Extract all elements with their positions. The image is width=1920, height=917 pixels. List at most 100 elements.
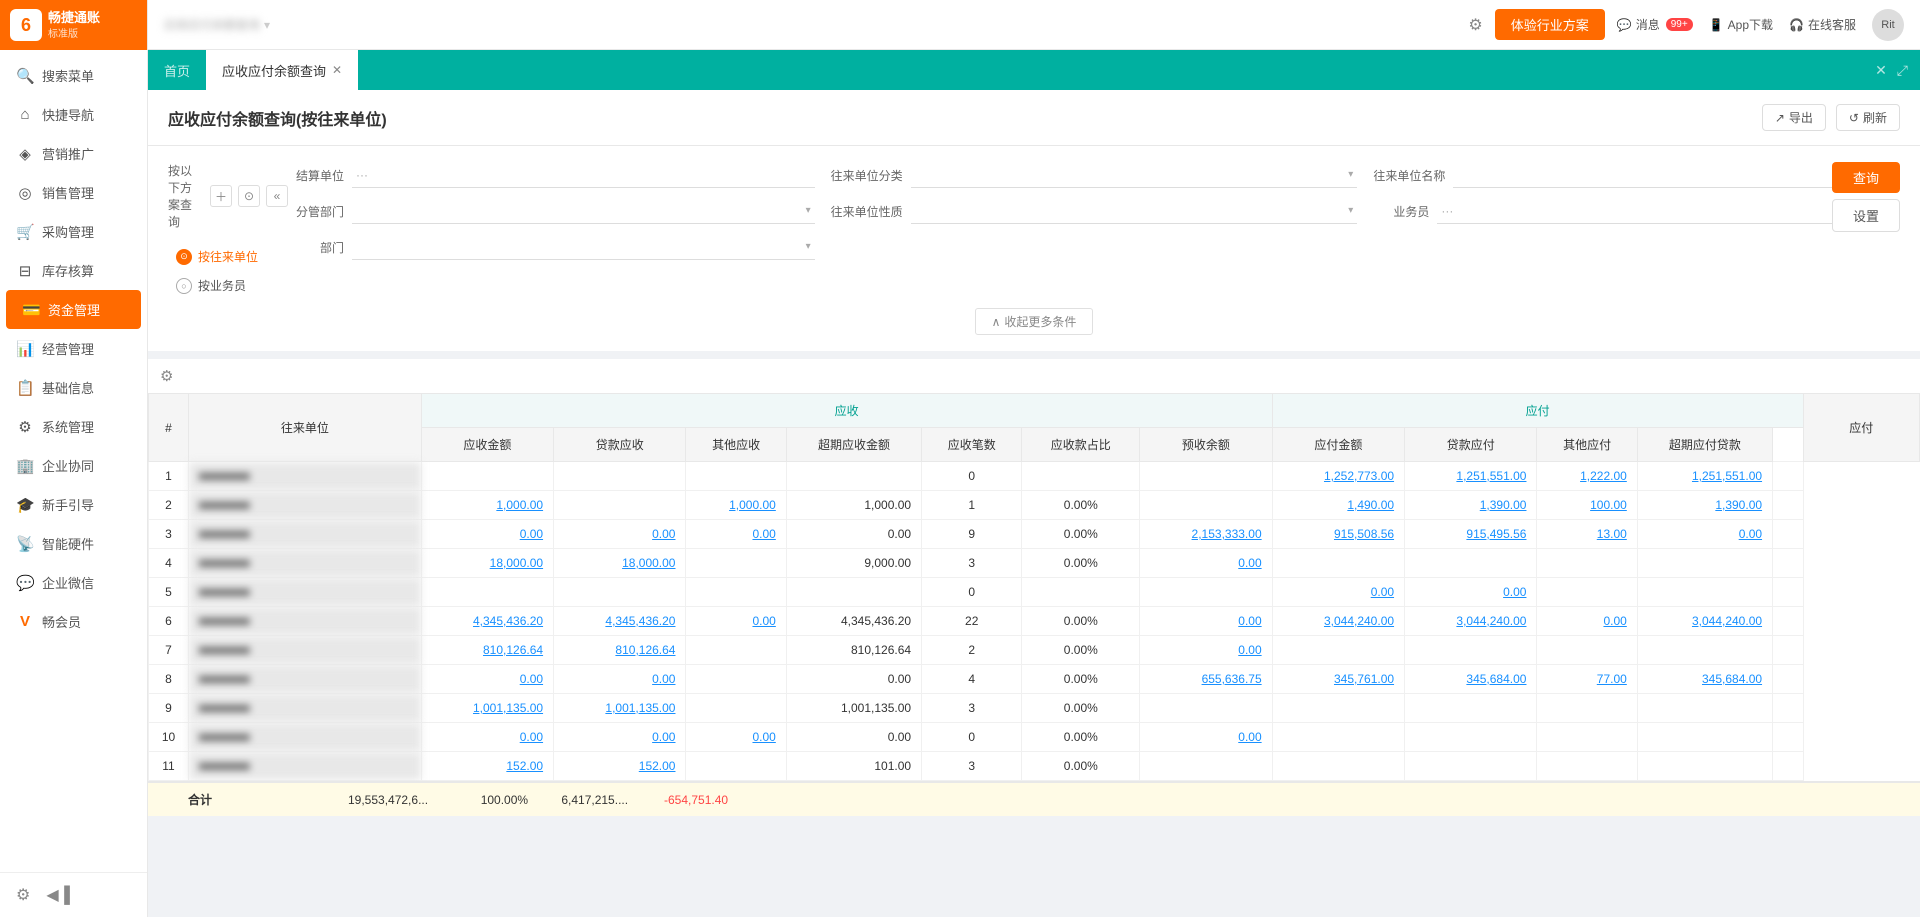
- collapse-sidebar-icon[interactable]: ◀▐: [46, 885, 70, 905]
- refresh-button[interactable]: ↺ 刷新: [1836, 104, 1900, 131]
- table-cell[interactable]: 18,000.00: [421, 549, 553, 578]
- table-cell[interactable]: 1,222.00: [1537, 462, 1637, 491]
- message-action[interactable]: 💬 消息 99+: [1617, 16, 1693, 33]
- dept-select[interactable]: ▾: [352, 234, 815, 260]
- sidebar-item-inventory[interactable]: ⊟ 库存核算: [0, 251, 147, 290]
- table-cell: 0.00%: [1022, 665, 1140, 694]
- table-cell[interactable]: 4,345,436.20: [554, 607, 686, 636]
- table-cell[interactable]: 345,684.00: [1637, 665, 1772, 694]
- table-cell[interactable]: 810,126.64: [554, 636, 686, 665]
- sidebar-item-operations[interactable]: 📊 经营管理: [0, 329, 147, 368]
- sidebar-item-search[interactable]: 🔍 搜索菜单: [0, 56, 147, 95]
- sidebar-item-purchase[interactable]: 🛒 采购管理: [0, 212, 147, 251]
- table-cell[interactable]: 1,000.00: [421, 491, 553, 520]
- sidebar-item-smart-hw[interactable]: 📡 智能硬件: [0, 524, 147, 563]
- table-cell[interactable]: 345,761.00: [1272, 665, 1404, 694]
- table-cell[interactable]: 810,126.64: [786, 636, 921, 665]
- header-gear-icon[interactable]: ⚙: [1468, 15, 1482, 35]
- sidebar-item-corp-collab[interactable]: 🏢 企业协同: [0, 446, 147, 485]
- sidebar-item-wechat[interactable]: 💬 企业微信: [0, 563, 147, 602]
- table-cell[interactable]: 1,252,773.00: [1272, 462, 1404, 491]
- table-cell[interactable]: 18,000.00: [554, 549, 686, 578]
- table-cell[interactable]: 3,044,240.00: [1272, 607, 1404, 636]
- filter-option-by-company[interactable]: ⊙ 按往来单位: [168, 244, 288, 269]
- sidebar-item-marketing[interactable]: ◈ 营销推广: [0, 134, 147, 173]
- add-scheme-icon[interactable]: ＋: [210, 185, 232, 207]
- table-cell: 0.00: [1140, 636, 1272, 665]
- more-scheme-icon[interactable]: «: [266, 185, 288, 207]
- tab-close-icon[interactable]: ✕: [332, 63, 342, 77]
- sidebar-item-system[interactable]: ⚙ 系统管理: [0, 407, 147, 446]
- table-cell[interactable]: 1,251,551.00: [1637, 462, 1772, 491]
- table-cell: 0.00: [686, 723, 786, 752]
- table-cell[interactable]: 1,001,135.00: [421, 694, 553, 723]
- table-cell[interactable]: 915,495.56: [1405, 520, 1537, 549]
- sidebar-item-guide[interactable]: 🎓 新手引导: [0, 485, 147, 524]
- edit-scheme-icon[interactable]: ⊙: [238, 185, 260, 207]
- sidebar-item-vip[interactable]: V 畅会员: [0, 602, 147, 641]
- table-settings-icon[interactable]: ⚙: [160, 367, 173, 385]
- sidebar-logo: 6 畅捷通账 标准版: [0, 0, 147, 50]
- app-download-action[interactable]: 📱 App下载: [1709, 16, 1773, 33]
- filter-branch-dept: 分管部门 ▾: [288, 198, 815, 224]
- table-cell[interactable]: 655,636.75: [1140, 665, 1272, 694]
- sidebar-item-quick-nav[interactable]: ⌂ 快捷导航: [0, 95, 147, 134]
- partner-category-select[interactable]: ▾: [911, 162, 1358, 188]
- table-cell[interactable]: 2,153,333.00: [1140, 520, 1272, 549]
- table-cell[interactable]: 9,000.00: [786, 549, 921, 578]
- table-row: 10■■■■■■■0.000.000.000.0000.00%0.00: [149, 723, 1920, 752]
- tab-home[interactable]: 首页: [148, 50, 206, 90]
- sidebar-item-finance[interactable]: 💳 资金管理: [6, 290, 141, 329]
- filter-scheme-icons: ＋ ⊙ «: [210, 185, 288, 207]
- sidebar-item-basic-info[interactable]: 📋 基础信息: [0, 368, 147, 407]
- table-cell: 0.00: [1405, 578, 1537, 607]
- table-cell: 0.00: [1140, 549, 1272, 578]
- logo-icon: 6: [10, 9, 42, 41]
- table-cell: 0.00: [786, 723, 921, 752]
- table-cell[interactable]: 810,126.64: [421, 636, 553, 665]
- query-button[interactable]: 查询: [1832, 162, 1900, 193]
- table-cell: [421, 578, 553, 607]
- table-cell[interactable]: 3,044,240.00: [1637, 607, 1772, 636]
- table-cell[interactable]: 3,044,240.00: [1405, 607, 1537, 636]
- table-row: 3■■■■■■■0.000.000.000.0090.00%2,153,333.…: [149, 520, 1920, 549]
- table-cell[interactable]: 1,000.00: [686, 491, 786, 520]
- export-button[interactable]: ↗ 导出: [1762, 104, 1826, 131]
- promo-button[interactable]: 体验行业方案: [1495, 9, 1605, 40]
- table-cell[interactable]: 1,490.00: [1272, 491, 1404, 520]
- table-cell[interactable]: 4,345,436.20: [421, 607, 553, 636]
- tab-ar-ap[interactable]: 应收应付余额查询 ✕: [206, 50, 358, 90]
- user-avatar[interactable]: Rit: [1872, 9, 1904, 41]
- table-cell[interactable]: 1,001,135.00: [554, 694, 686, 723]
- tab-bar-expand-icon[interactable]: ⤢: [1897, 62, 1908, 79]
- settlement-unit-input[interactable]: ···: [352, 162, 815, 188]
- table-cell[interactable]: 1,000.00: [786, 491, 921, 520]
- filter-partner-category: 往来单位分类 ▾: [831, 162, 1358, 188]
- filter-option-by-employee[interactable]: ○ 按业务员: [168, 273, 288, 298]
- sidebar-item-sales[interactable]: ◎ 销售管理: [0, 173, 147, 212]
- table-cell[interactable]: 915,508.56: [1272, 520, 1404, 549]
- table-cell[interactable]: 1,390.00: [1637, 491, 1772, 520]
- settings-footer-icon[interactable]: ⚙: [16, 885, 30, 905]
- setting-button[interactable]: 设置: [1832, 199, 1900, 232]
- branch-dept-select[interactable]: ▾: [352, 198, 815, 224]
- table-cell[interactable]: 1,390.00: [1405, 491, 1537, 520]
- table-toolbar: ⚙: [148, 359, 1920, 393]
- table-cell[interactable]: 1,001,135.00: [786, 694, 921, 723]
- partner-category-chevron-icon: ▾: [1348, 169, 1353, 180]
- table-cell: 2: [149, 491, 189, 520]
- table-cell: 0.00: [786, 665, 921, 694]
- table-scroll[interactable]: # 往来单位 应收 应付 应付 应收金额 贷款应收 其他应收 超期应收金额 应收…: [148, 393, 1920, 781]
- table-cell: [1140, 491, 1272, 520]
- table-cell-partner: ■■■■■■■: [189, 520, 422, 549]
- salesperson-input[interactable]: ···: [1437, 198, 1900, 224]
- table-cell[interactable]: 4,345,436.20: [786, 607, 921, 636]
- online-service-action[interactable]: 🎧 在线客服: [1789, 16, 1856, 33]
- table-cell: [421, 462, 553, 491]
- partner-nature-select[interactable]: ▾: [911, 198, 1358, 224]
- collapse-button[interactable]: ∧ 收起更多条件: [975, 308, 1094, 335]
- tab-bar-close-icon[interactable]: ✕: [1875, 62, 1887, 79]
- table-cell[interactable]: 1,251,551.00: [1405, 462, 1537, 491]
- table-cell[interactable]: 345,684.00: [1405, 665, 1537, 694]
- table-cell: [686, 636, 786, 665]
